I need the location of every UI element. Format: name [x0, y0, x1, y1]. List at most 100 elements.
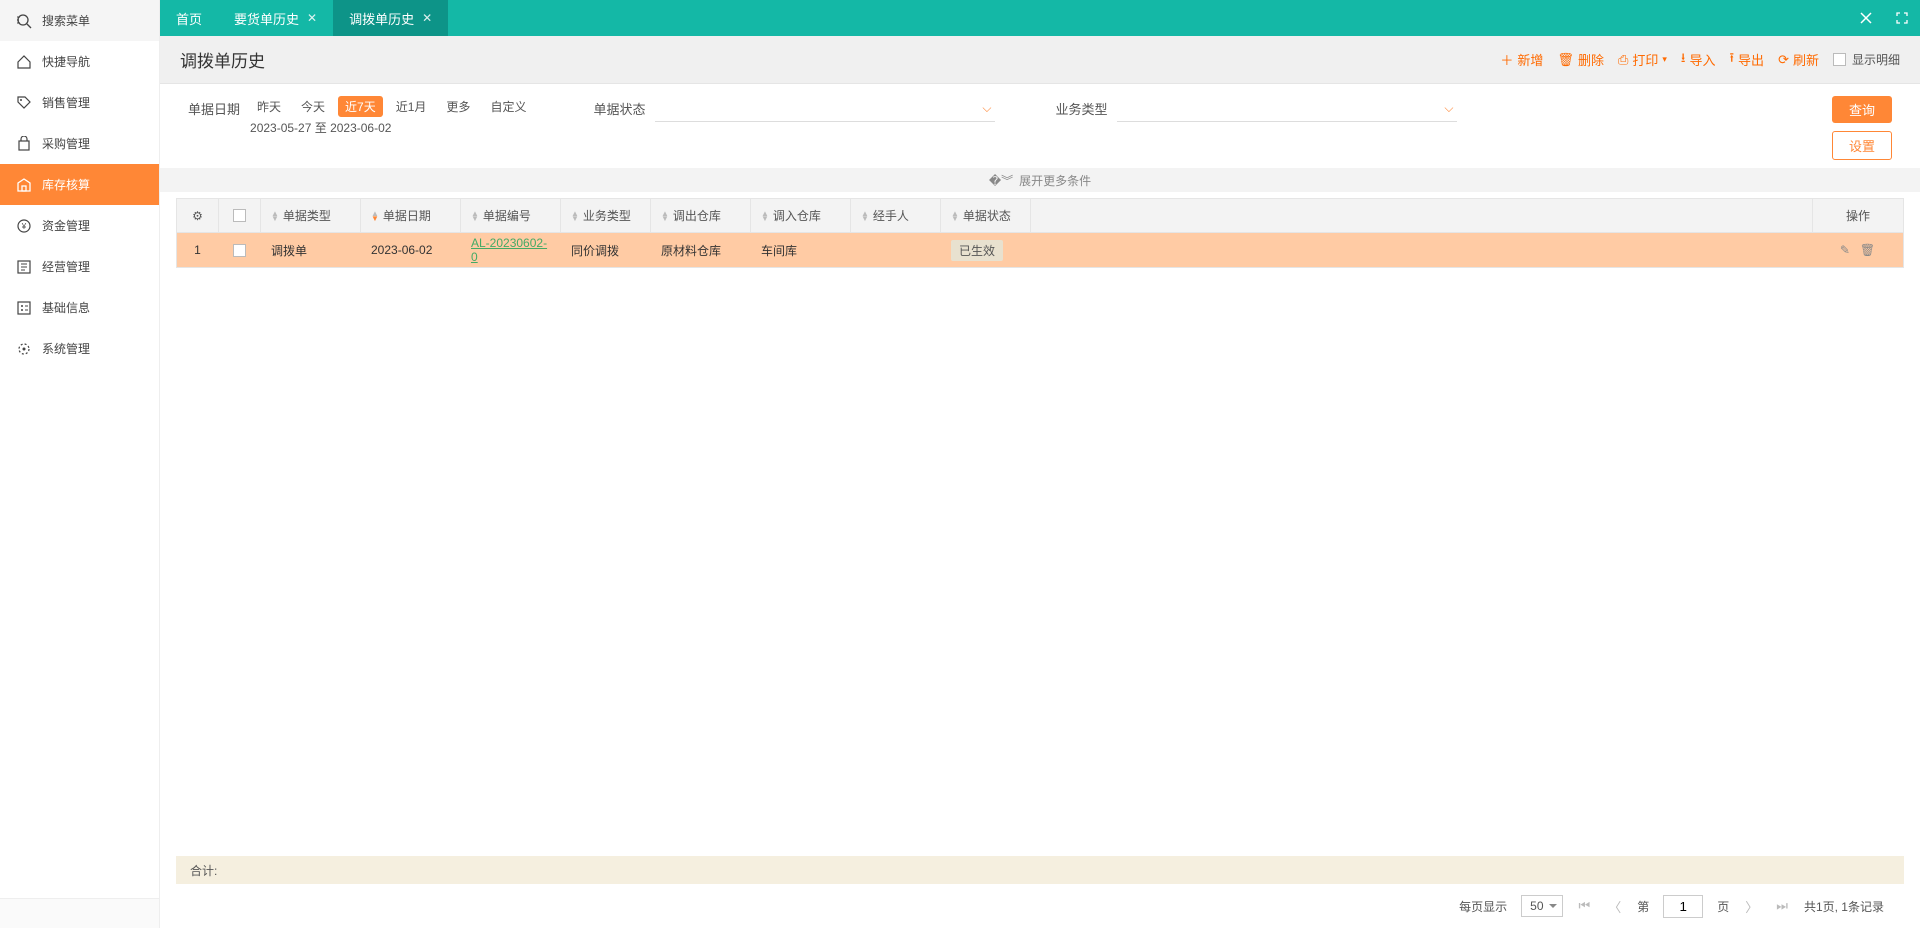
prev-page-button[interactable]: 〈 — [1606, 897, 1623, 916]
tab-transfer-history[interactable]: 调拨单历史 ✕ — [333, 0, 448, 36]
inventory-icon — [16, 177, 32, 193]
gear-icon: ⚙ — [192, 209, 203, 223]
search-icon — [16, 13, 32, 29]
print-button[interactable]: ⎙ 打印 ▾ — [1618, 50, 1667, 69]
import-button[interactable]: ⭳ 导入 — [1681, 49, 1716, 71]
date-chip-today[interactable]: 今天 — [294, 96, 332, 117]
sidebar-item-label: 销售管理 — [42, 94, 90, 111]
header-person[interactable]: ▲▼ 经手人 — [851, 199, 941, 232]
search-button[interactable]: 查询 — [1832, 96, 1892, 123]
date-chip-yesterday[interactable]: 昨天 — [250, 96, 288, 117]
expand-label: 展开更多条件 — [1019, 172, 1091, 189]
sidebar-item-label: 基础信息 — [42, 299, 90, 316]
tab-requisition-history[interactable]: 要货单历史 ✕ — [218, 0, 333, 36]
table-row[interactable]: 1 调拨单 2023-06-02 AL-20230602-0 同价调拨 原材料仓… — [177, 233, 1903, 267]
per-page-label: 每页显示 — [1459, 898, 1507, 915]
filter-label: 单据状态 — [593, 96, 645, 118]
cell-out: 原材料仓库 — [651, 234, 751, 267]
export-button[interactable]: ⭱ 导出 — [1729, 49, 1764, 71]
btn-label: 删除 — [1578, 50, 1604, 69]
cell-ops: ✎ 🗑 — [1813, 235, 1903, 265]
date-chip-7d[interactable]: 近7天 — [338, 96, 383, 117]
last-page-button[interactable]: ⏭ — [1774, 898, 1790, 914]
sidebar-item-label: 经营管理 — [42, 258, 90, 275]
sidebar-item-purchase[interactable]: 采购管理 — [0, 123, 159, 164]
row-index: 1 — [177, 235, 219, 265]
header-out[interactable]: ▲▼调出仓库 — [651, 199, 751, 232]
page-input[interactable] — [1663, 895, 1703, 918]
btn-label: 打印 — [1632, 50, 1658, 69]
close-icon[interactable]: ✕ — [307, 11, 317, 25]
fund-icon: ¥ — [16, 218, 32, 234]
system-icon — [16, 341, 32, 357]
page-prefix: 第 — [1637, 898, 1649, 915]
sidebar-item-sales[interactable]: 销售管理 — [0, 82, 159, 123]
header-in[interactable]: ▲▼调入仓库 — [751, 199, 851, 232]
header-label: 经手人 — [873, 207, 909, 224]
cell-person — [851, 242, 941, 258]
sidebar-item-system[interactable]: 系统管理 — [0, 328, 159, 369]
header-label: 调出仓库 — [673, 207, 721, 224]
sort-icon: ▲▼ — [951, 211, 959, 221]
tab-home[interactable]: 首页 — [160, 0, 218, 36]
header-biz[interactable]: ▲▼业务类型 — [561, 199, 651, 232]
header-settings[interactable]: ⚙ — [177, 199, 219, 232]
sidebar-item-label: 库存核算 — [42, 176, 90, 193]
next-page-button[interactable]: 〉 — [1743, 897, 1760, 916]
header-label: 调入仓库 — [773, 207, 821, 224]
tab-label: 调拨单历史 — [349, 9, 414, 28]
fullscreen-button[interactable] — [1884, 0, 1920, 36]
sidebar-item-inventory[interactable]: 库存核算 — [0, 164, 159, 205]
filter-date: 单据日期 昨天 今天 近7天 近1月 更多 自定义 2023-05-27 至 2… — [188, 96, 533, 136]
add-button[interactable]: ＋ 新增 — [1500, 50, 1543, 69]
status-select[interactable]: ⌵ — [655, 96, 995, 122]
sidebar-item-nav[interactable]: 快捷导航 — [0, 41, 159, 82]
delete-button[interactable]: 🗑 删除 — [1557, 50, 1604, 69]
doc-link[interactable]: AL-20230602-0 — [471, 236, 550, 264]
edit-icon[interactable]: ✎ — [1840, 243, 1850, 257]
trash-icon[interactable]: 🗑 — [1860, 243, 1875, 257]
sidebar-item-fund[interactable]: ¥ 资金管理 — [0, 205, 159, 246]
date-chip-more[interactable]: 更多 — [439, 96, 477, 117]
header-label: 单据状态 — [963, 207, 1011, 224]
main: 首页 要货单历史 ✕ 调拨单历史 ✕ 调拨单历史 ＋ 新 — [160, 0, 1920, 928]
checkbox-icon — [233, 244, 246, 257]
filter-status: 单据状态 ⌵ — [593, 96, 995, 122]
header-checkbox[interactable] — [219, 199, 261, 232]
btn-label: 刷新 — [1793, 50, 1819, 69]
purchase-icon — [16, 136, 32, 152]
close-icon[interactable]: ✕ — [422, 11, 432, 25]
header-code[interactable]: ▲▼单据编号 — [461, 199, 561, 232]
import-icon: ⭳ — [1681, 49, 1686, 71]
sort-icon: ▲▼ — [861, 211, 869, 221]
first-page-button[interactable]: ⏮ — [1577, 898, 1593, 914]
settings-button[interactable]: 设置 — [1832, 131, 1892, 160]
cell-in: 车间库 — [751, 234, 851, 267]
show-detail-toggle[interactable]: 显示明细 — [1833, 51, 1900, 68]
close-all-button[interactable] — [1848, 0, 1884, 36]
date-chip-1m[interactable]: 近1月 — [389, 96, 434, 117]
sidebar-item-base[interactable]: 基础信息 — [0, 287, 159, 328]
page-header: 调拨单历史 ＋ 新增 🗑 删除 ⎙ 打印 ▾ ⭳ 导入 ⭱ 导出 — [160, 36, 1920, 84]
row-checkbox[interactable] — [219, 236, 261, 265]
export-icon: ⭱ — [1729, 49, 1734, 71]
sale-icon — [16, 95, 32, 111]
sidebar-item-business[interactable]: 经营管理 — [0, 246, 159, 287]
checkbox-icon — [233, 209, 246, 222]
expand-filters-button[interactable]: �︾ 展开更多条件 — [160, 168, 1920, 192]
header-type[interactable]: ▲▼单据类型 — [261, 199, 361, 232]
table-header: ⚙ ▲▼单据类型 ▲▼单据日期 ▲▼单据编号 ▲▼业务类型 ▲▼调出仓库 ▲▼调… — [177, 199, 1903, 233]
header-status[interactable]: ▲▼ 单据状态 — [941, 199, 1031, 232]
per-page-select[interactable]: 50 — [1521, 895, 1562, 917]
date-chip-custom[interactable]: 自定义 — [483, 96, 533, 117]
refresh-icon: ⟳ — [1778, 52, 1789, 68]
header-date[interactable]: ▲▼单据日期 — [361, 199, 461, 232]
home-icon — [16, 54, 32, 70]
sort-icon: ▲▼ — [371, 211, 379, 221]
biz-select[interactable]: ⌵ — [1117, 96, 1457, 122]
header-label: 操作 — [1846, 207, 1870, 224]
sidebar-item-label: 搜索菜单 — [42, 12, 90, 29]
header-label: 业务类型 — [583, 207, 631, 224]
refresh-button[interactable]: ⟳ 刷新 — [1778, 50, 1819, 69]
sidebar-item-search[interactable]: 搜索菜单 — [0, 0, 159, 41]
